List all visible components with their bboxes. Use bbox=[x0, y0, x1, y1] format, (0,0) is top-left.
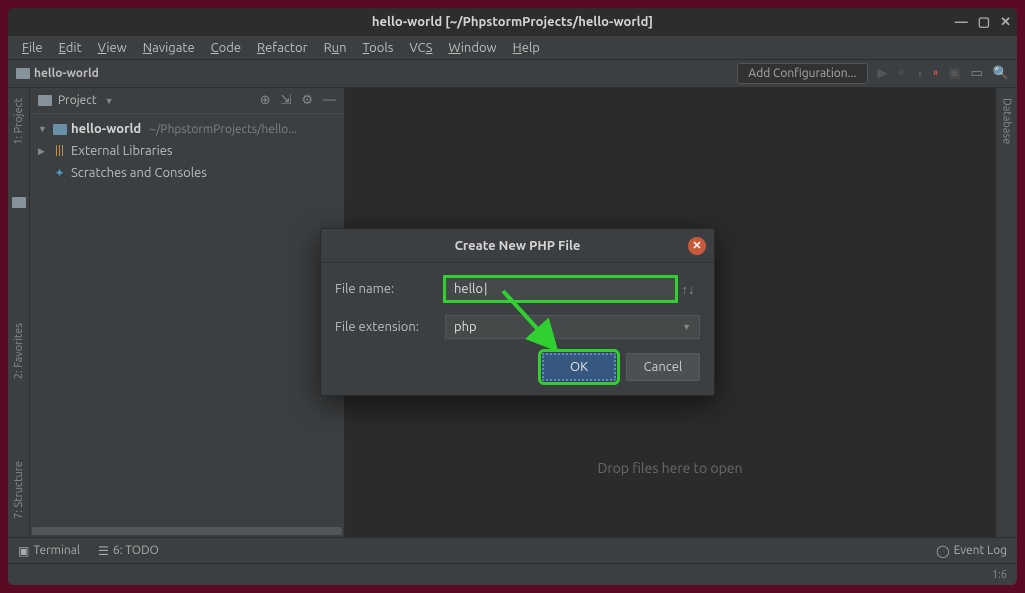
project-panel-header: Project ▼ ⊕ ⇲ ⚙ — bbox=[30, 88, 344, 114]
project-panel-title[interactable]: Project bbox=[58, 94, 97, 107]
tree-item-path: ~/PhpstormProjects/hello... bbox=[149, 123, 297, 136]
tab-structure[interactable]: 7: Structure bbox=[11, 455, 27, 525]
gear-icon[interactable]: ⚙ bbox=[301, 93, 313, 108]
coverage-icon[interactable]: ◑ bbox=[915, 66, 923, 81]
tree-row-scratches[interactable]: ✦ Scratches and Consoles bbox=[30, 162, 344, 184]
project-tree: ▼ hello-world ~/PhpstormProjects/hello..… bbox=[30, 114, 344, 188]
debug-icon[interactable]: ⌖ bbox=[898, 66, 905, 81]
folder-icon bbox=[38, 95, 52, 106]
dialog-titlebar: Create New PHP File ✕ bbox=[321, 229, 714, 263]
menu-help[interactable]: Help bbox=[507, 39, 546, 57]
tree-item-label: Scratches and Consoles bbox=[71, 166, 207, 180]
breadcrumb-label: hello-world bbox=[34, 67, 99, 80]
breadcrumb[interactable]: hello-world bbox=[16, 67, 99, 80]
menu-navigate[interactable]: Navigate bbox=[137, 39, 201, 57]
todo-icon: ☰ bbox=[98, 544, 109, 558]
status-bar: 1:6 bbox=[8, 563, 1017, 585]
git-icon[interactable]: ▣ bbox=[948, 66, 960, 81]
tab-database[interactable]: Database bbox=[999, 88, 1015, 154]
close-button[interactable]: ✕ bbox=[1000, 15, 1011, 30]
menubar: File Edit View Navigate Code Refactor Ru… bbox=[8, 36, 1017, 60]
tree-item-label: External Libraries bbox=[71, 144, 173, 158]
event-log-icon: ◯ bbox=[936, 544, 949, 558]
layout-icon[interactable]: ▭ bbox=[971, 66, 983, 81]
run-icon[interactable]: ▶ bbox=[878, 66, 888, 81]
cancel-button[interactable]: Cancel bbox=[626, 353, 700, 381]
minimize-button[interactable]: — bbox=[955, 15, 968, 30]
tab-favorites[interactable]: 2: Favorites bbox=[11, 317, 27, 385]
terminal-icon: ▣ bbox=[18, 544, 29, 558]
library-icon: ||| bbox=[52, 145, 67, 157]
tool-window-bar: ▣Terminal ☰6: TODO ◯Event Log bbox=[8, 537, 1017, 563]
search-icon[interactable]: 🔍 bbox=[993, 66, 1009, 81]
file-name-label: File name: bbox=[335, 282, 445, 296]
navbar: hello-world Add Configuration... ▶ ⌖ ◑ ⏸… bbox=[8, 60, 1017, 88]
expand-icon[interactable]: ⇲ bbox=[280, 93, 291, 108]
stop-icon[interactable]: ⏸ bbox=[933, 67, 939, 80]
tab-project[interactable]: 1: Project bbox=[11, 92, 27, 151]
sort-toggle-icon[interactable]: ↑↓ bbox=[682, 282, 695, 297]
file-extension-select[interactable]: php ▼ bbox=[445, 315, 700, 339]
right-gutter: Database bbox=[995, 88, 1017, 537]
dialog-title: Create New PHP File bbox=[455, 239, 581, 253]
cursor-position[interactable]: 1:6 bbox=[992, 569, 1007, 581]
tree-item-label: hello-world bbox=[71, 122, 141, 136]
chevron-down-icon: ▼ bbox=[682, 322, 691, 332]
locate-icon[interactable]: ⊕ bbox=[260, 93, 271, 108]
create-php-file-dialog: Create New PHP File ✕ File name: hello ↑… bbox=[320, 228, 715, 396]
menu-run[interactable]: Run bbox=[318, 39, 353, 57]
drop-hint: Drop files here to open bbox=[597, 460, 742, 476]
file-extension-label: File extension: bbox=[335, 320, 445, 334]
add-configuration-button[interactable]: Add Configuration... bbox=[737, 63, 867, 84]
menu-refactor[interactable]: Refactor bbox=[251, 39, 314, 57]
menu-file[interactable]: File bbox=[16, 39, 49, 57]
dialog-close-button[interactable]: ✕ bbox=[688, 237, 706, 255]
tab-event-log[interactable]: ◯Event Log bbox=[936, 544, 1007, 558]
ok-button[interactable]: OK bbox=[542, 353, 616, 381]
tab-todo[interactable]: ☰6: TODO bbox=[98, 544, 159, 558]
scratches-icon: ✦ bbox=[52, 166, 67, 180]
tree-row-project-root[interactable]: ▼ hello-world ~/PhpstormProjects/hello..… bbox=[30, 118, 344, 140]
folder-icon bbox=[53, 124, 67, 135]
project-panel: Project ▼ ⊕ ⇲ ⚙ — ▼ hello-world ~/Phpsto… bbox=[30, 88, 345, 537]
window-title: hello-world [~/PhpstormProjects/hello-wo… bbox=[8, 15, 1017, 29]
file-name-input[interactable]: hello bbox=[445, 277, 676, 301]
scrollbar[interactable] bbox=[32, 527, 342, 535]
left-gutter: 1: Project 2: Favorites 7: Structure bbox=[8, 88, 30, 537]
window-controls: — ▢ ✕ bbox=[955, 15, 1011, 30]
tree-row-external-libs[interactable]: ▶ ||| External Libraries bbox=[30, 140, 344, 162]
folder-icon bbox=[16, 68, 30, 79]
expand-arrow-icon[interactable]: ▶ bbox=[38, 146, 48, 157]
menu-window[interactable]: Window bbox=[442, 39, 502, 57]
menu-tools[interactable]: Tools bbox=[357, 39, 400, 57]
ide-window: hello-world [~/PhpstormProjects/hello-wo… bbox=[8, 8, 1017, 585]
menu-view[interactable]: View bbox=[92, 39, 133, 57]
chevron-down-icon[interactable]: ▼ bbox=[105, 96, 114, 106]
menu-vcs[interactable]: VCS bbox=[403, 39, 438, 57]
hide-icon[interactable]: — bbox=[323, 93, 336, 108]
folder-icon[interactable] bbox=[12, 197, 26, 208]
maximize-button[interactable]: ▢ bbox=[978, 15, 990, 30]
titlebar: hello-world [~/PhpstormProjects/hello-wo… bbox=[8, 8, 1017, 36]
expand-arrow-icon[interactable]: ▼ bbox=[38, 124, 48, 134]
menu-code[interactable]: Code bbox=[205, 39, 247, 57]
run-toolbar: ▶ ⌖ ◑ ⏸ ▣ ▭ 🔍 bbox=[878, 66, 1009, 81]
menu-edit[interactable]: Edit bbox=[53, 39, 88, 57]
tab-terminal[interactable]: ▣Terminal bbox=[18, 544, 80, 558]
